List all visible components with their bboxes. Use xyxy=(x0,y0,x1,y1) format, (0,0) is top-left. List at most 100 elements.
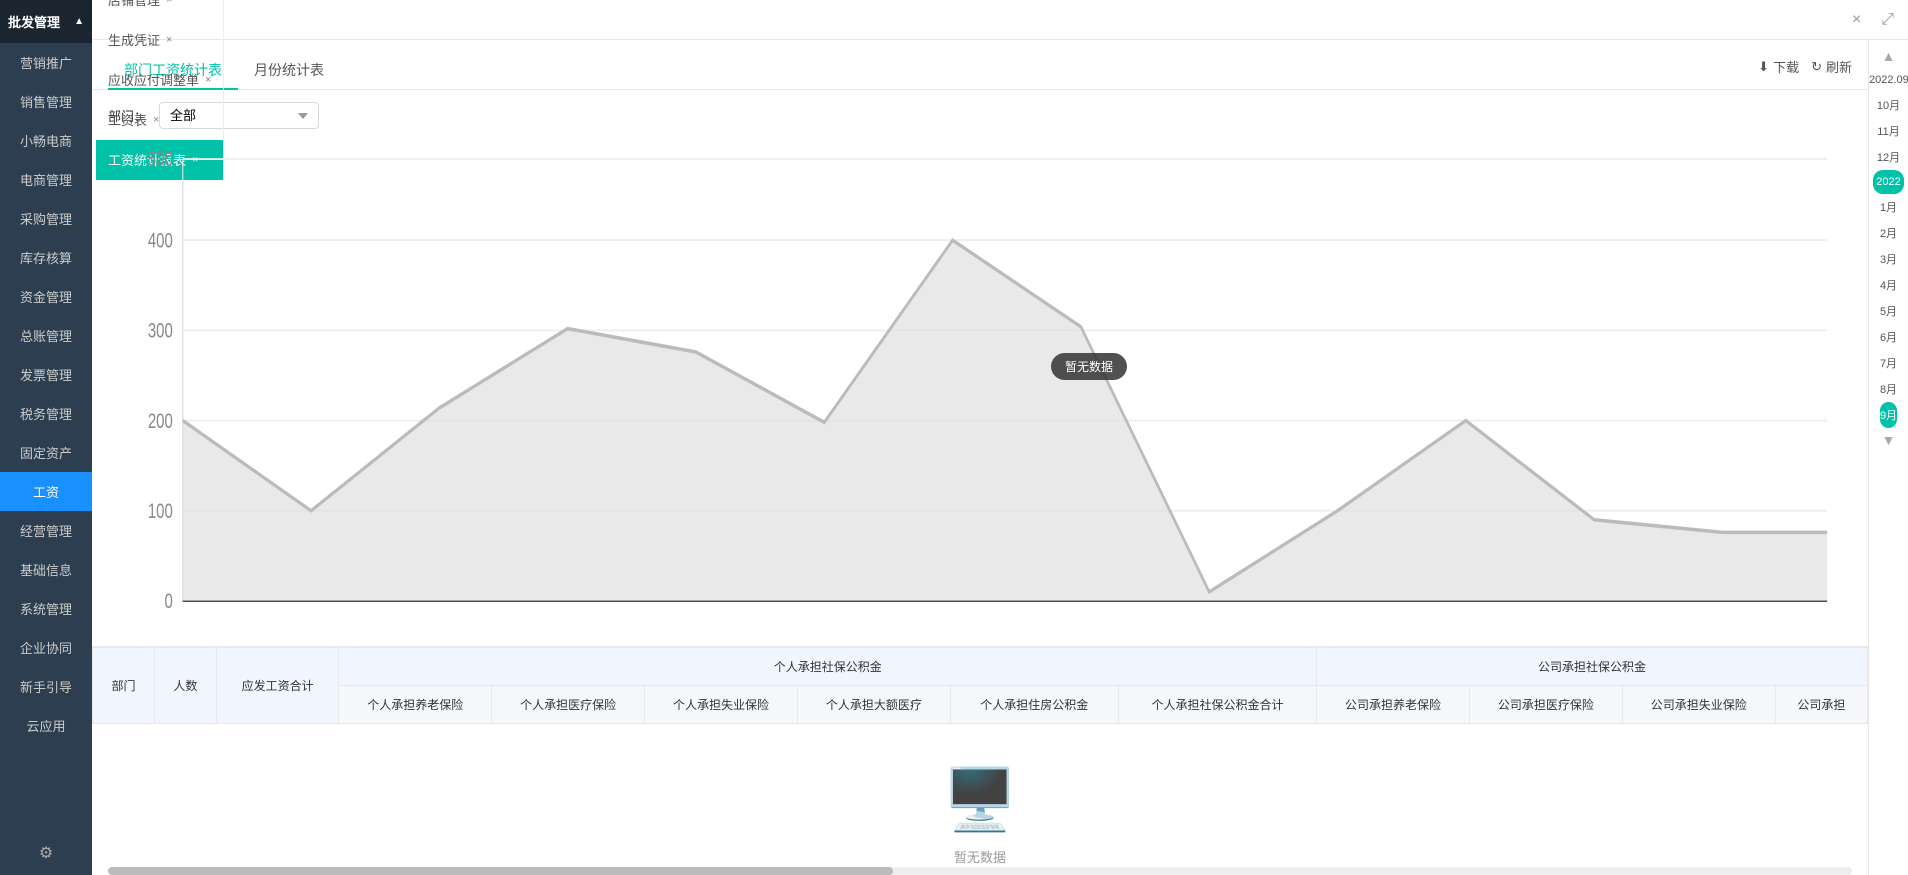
tab-close-icon[interactable]: × xyxy=(205,74,211,86)
download-button[interactable]: ⬇ 下载 xyxy=(1758,57,1799,76)
tabbar: 首页门店商品目录×销售单×店铺管理×生成凭证×应收应付调整单×工资表×工资统计报… xyxy=(92,0,1908,40)
right-nav-month-12月[interactable]: 12月 xyxy=(1877,144,1900,170)
restore-button[interactable]: ⤢ xyxy=(1871,11,1904,29)
sidebar-settings-button[interactable]: ⚙ xyxy=(0,831,92,875)
sidebar-item-库存核算[interactable]: 库存核算 xyxy=(0,238,92,277)
tab-close-icon[interactable]: × xyxy=(166,0,172,6)
chart-area: 0 100 200 300 400 500 暂无数据 xyxy=(92,141,1868,646)
col-公司承担失业保险: 公司承担失业保险 xyxy=(1622,686,1775,724)
tab-close-icon[interactable]: × xyxy=(166,34,172,46)
tab-店铺管理[interactable]: 店铺管理 × xyxy=(96,0,224,20)
sidebar: 批发管理 ▲ 营销推广销售管理小畅电商电商管理采购管理库存核算资金管理总账管理发… xyxy=(0,0,92,875)
svg-text:300: 300 xyxy=(148,318,173,342)
col-group-company: 公司承担社保公积金 xyxy=(1317,648,1868,686)
tab-生成凭证[interactable]: 生成凭证 × xyxy=(96,20,224,60)
svg-text:200: 200 xyxy=(148,408,173,432)
right-nav-month-2月[interactable]: 2月 xyxy=(1876,220,1901,246)
col-个人承担失业保险: 个人承担失业保险 xyxy=(645,686,798,724)
right-nav-month-11月[interactable]: 11月 xyxy=(1877,118,1900,144)
table-empty-row: 🖥️ 暂无数据 xyxy=(93,724,1868,868)
sidebar-item-云应用[interactable]: 云应用 xyxy=(0,706,92,745)
right-nav-month-9月[interactable]: 9月 xyxy=(1880,402,1897,428)
right-nav-month-7月[interactable]: 7月 xyxy=(1876,350,1901,376)
table-body: 🖥️ 暂无数据 xyxy=(93,724,1868,868)
table-area: 部门 人数 应发工资合计 个人承担社保公积金 公司承担社保公积金 个人承担养老保… xyxy=(92,646,1868,875)
horizontal-scrollbar[interactable] xyxy=(108,867,1852,875)
table-sub-headers: 个人承担养老保险个人承担医疗保险个人承担失业保险个人承担大额医疗个人承担住房公积… xyxy=(93,686,1868,724)
svg-text:100: 100 xyxy=(148,498,173,522)
sidebar-item-营销推广[interactable]: 营销推广 xyxy=(0,43,92,82)
download-label: 下载 xyxy=(1773,57,1799,76)
filter-bar: 部门： 全部销售部采购部财务部行政部 xyxy=(92,90,1868,141)
right-nav-down-arrow[interactable]: ▼ xyxy=(1878,428,1900,452)
sub-tab-月份统计表[interactable]: 月份统计表 xyxy=(238,52,340,90)
gear-icon: ⚙ xyxy=(39,845,53,862)
sub-tab-actions: ⬇ 下载 ↻ 刷新 xyxy=(1758,57,1852,84)
sidebar-title: 批发管理 xyxy=(8,12,60,31)
right-nav-up-arrow[interactable]: ▲ xyxy=(1878,44,1900,68)
right-nav-months-2023: 1月2月3月4月5月6月7月8月9月 xyxy=(1876,194,1901,428)
col-headcount: 人数 xyxy=(154,648,216,724)
refresh-icon: ↻ xyxy=(1811,59,1822,75)
tab-应收应付调整单[interactable]: 应收应付调整单 × xyxy=(96,60,224,100)
right-nav-month-5月[interactable]: 5月 xyxy=(1876,298,1901,324)
right-nav: ▲ 2022.09 10月11月12月 2022 1月2月3月4月5月6月7月8… xyxy=(1868,40,1908,875)
download-icon: ⬇ xyxy=(1758,59,1769,75)
right-nav-month-10月[interactable]: 10月 xyxy=(1877,92,1900,118)
sidebar-item-小畅电商[interactable]: 小畅电商 xyxy=(0,121,92,160)
right-nav-current-year[interactable]: 2022 xyxy=(1873,170,1904,194)
sidebar-item-总账管理[interactable]: 总账管理 xyxy=(0,316,92,355)
svg-text:500: 500 xyxy=(148,146,173,170)
sidebar-item-新手引导[interactable]: 新手引导 xyxy=(0,667,92,706)
right-nav-months-2022: 10月11月12月 xyxy=(1877,92,1900,170)
sidebar-item-系统管理[interactable]: 系统管理 xyxy=(0,589,92,628)
empty-text: 暂无数据 xyxy=(954,847,1006,866)
tab-label: 生成凭证 xyxy=(108,30,160,49)
sidebar-item-固定资产[interactable]: 固定资产 xyxy=(0,433,92,472)
svg-text:400: 400 xyxy=(148,228,173,252)
sidebar-item-发票管理[interactable]: 发票管理 xyxy=(0,355,92,394)
tab-label: 应收应付调整单 xyxy=(108,70,199,89)
tab-工资表[interactable]: 工资表 × xyxy=(96,100,224,140)
sidebar-item-经营管理[interactable]: 经营管理 xyxy=(0,511,92,550)
sidebar-item-销售管理[interactable]: 销售管理 xyxy=(0,82,92,121)
right-nav-year-label[interactable]: 2022.09 xyxy=(1869,68,1908,92)
col-个人承担社保公积金合计: 个人承担社保公积金合计 xyxy=(1118,686,1316,724)
right-nav-month-3月[interactable]: 3月 xyxy=(1876,246,1901,272)
main-area: 首页门店商品目录×销售单×店铺管理×生成凭证×应收应付调整单×工资表×工资统计报… xyxy=(92,0,1908,875)
empty-icon: 🖥️ xyxy=(943,764,1018,835)
content-area: 部门工资统计表月份统计表 ⬇ 下载 ↻ 刷新 部门： 全部销售部采购部财务部行政… xyxy=(92,40,1908,875)
col-group-personal: 个人承担社保公积金 xyxy=(339,648,1317,686)
empty-state: 🖥️ 暂无数据 xyxy=(93,724,1868,867)
table-wrapper[interactable]: 部门 人数 应发工资合计 个人承担社保公积金 公司承担社保公积金 个人承担养老保… xyxy=(92,647,1868,867)
col-公司承担养老保险: 公司承担养老保险 xyxy=(1317,686,1470,724)
right-nav-month-4月[interactable]: 4月 xyxy=(1876,272,1901,298)
sidebar-item-电商管理[interactable]: 电商管理 xyxy=(0,160,92,199)
refresh-label: 刷新 xyxy=(1826,57,1852,76)
right-nav-month-6月[interactable]: 6月 xyxy=(1876,324,1901,350)
refresh-button[interactable]: ↻ 刷新 xyxy=(1811,57,1852,76)
col-dept: 部门 xyxy=(93,648,155,724)
col-公司承担: 公司承担 xyxy=(1775,686,1867,724)
tab-close-icon[interactable]: × xyxy=(153,114,159,126)
col-个人承担住房公积金: 个人承担住房公积金 xyxy=(950,686,1118,724)
tab-label: 店铺管理 xyxy=(108,0,160,9)
tab-label: 工资表 xyxy=(108,110,147,129)
svg-text:0: 0 xyxy=(164,588,172,612)
right-nav-month-1月[interactable]: 1月 xyxy=(1876,194,1901,220)
col-个人承担医疗保险: 个人承担医疗保险 xyxy=(492,686,645,724)
sidebar-collapse-icon: ▲ xyxy=(74,16,84,27)
sidebar-item-资金管理[interactable]: 资金管理 xyxy=(0,277,92,316)
line-chart: 0 100 200 300 400 500 xyxy=(108,141,1852,646)
sidebar-item-工资[interactable]: 工资 xyxy=(0,472,92,511)
scrollbar-thumb[interactable] xyxy=(108,867,893,875)
col-total-salary: 应发工资合计 xyxy=(216,648,339,724)
col-个人承担大额医疗: 个人承担大额医疗 xyxy=(797,686,950,724)
close-all-tabs-button[interactable]: × xyxy=(1842,11,1871,29)
sidebar-item-采购管理[interactable]: 采购管理 xyxy=(0,199,92,238)
right-nav-month-8月[interactable]: 8月 xyxy=(1876,376,1901,402)
sidebar-item-税务管理[interactable]: 税务管理 xyxy=(0,394,92,433)
sidebar-item-企业协同[interactable]: 企业协同 xyxy=(0,628,92,667)
sidebar-header[interactable]: 批发管理 ▲ xyxy=(0,0,92,43)
sidebar-item-基础信息[interactable]: 基础信息 xyxy=(0,550,92,589)
